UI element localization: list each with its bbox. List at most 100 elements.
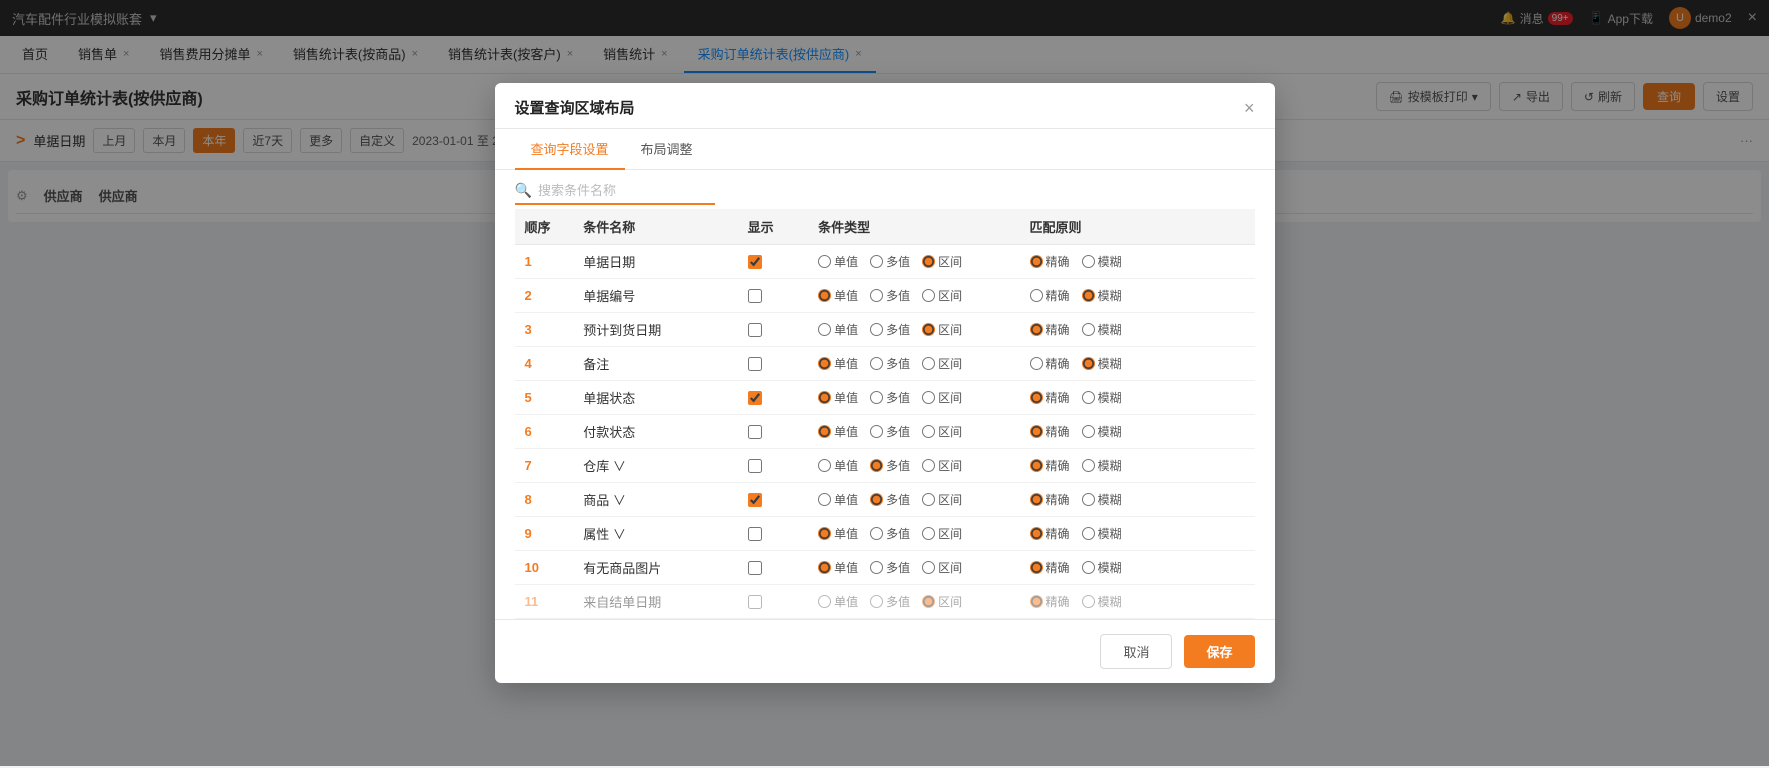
match-radio-label[interactable]: 精确 — [1030, 491, 1070, 508]
type-radio[interactable] — [870, 527, 883, 540]
type-radio-label[interactable]: 单值 — [818, 525, 858, 542]
match-radio-label[interactable]: 精确 — [1030, 389, 1070, 406]
match-radio[interactable] — [1082, 255, 1095, 268]
show-checkbox[interactable] — [748, 357, 762, 371]
match-radio-label[interactable]: 精确 — [1030, 457, 1070, 474]
show-checkbox[interactable] — [748, 493, 762, 507]
match-radio-label[interactable]: 精确 — [1030, 525, 1070, 542]
type-radio-label[interactable]: 多值 — [870, 287, 910, 304]
type-radio[interactable] — [818, 459, 831, 472]
type-radio[interactable] — [818, 323, 831, 336]
type-radio[interactable] — [870, 357, 883, 370]
match-radio-label[interactable]: 模糊 — [1082, 593, 1122, 610]
type-radio[interactable] — [870, 561, 883, 574]
match-radio[interactable] — [1082, 493, 1095, 506]
type-radio[interactable] — [922, 527, 935, 540]
match-radio[interactable] — [1082, 425, 1095, 438]
type-radio-label[interactable]: 单值 — [818, 593, 858, 610]
match-radio-label[interactable]: 精确 — [1030, 355, 1070, 372]
match-radio[interactable] — [1030, 255, 1043, 268]
match-radio[interactable] — [1082, 289, 1095, 302]
match-radio[interactable] — [1082, 323, 1095, 336]
match-radio[interactable] — [1030, 357, 1043, 370]
type-radio[interactable] — [818, 357, 831, 370]
type-radio-label[interactable]: 区间 — [922, 423, 962, 440]
type-radio[interactable] — [870, 391, 883, 404]
match-radio[interactable] — [1030, 459, 1043, 472]
match-radio[interactable] — [1082, 561, 1095, 574]
type-radio[interactable] — [818, 255, 831, 268]
type-radio-label[interactable]: 区间 — [922, 321, 962, 338]
type-radio-label[interactable]: 单值 — [818, 423, 858, 440]
match-radio-label[interactable]: 精确 — [1030, 287, 1070, 304]
type-radio[interactable] — [922, 289, 935, 302]
type-radio[interactable] — [870, 255, 883, 268]
match-radio[interactable] — [1030, 493, 1043, 506]
type-radio[interactable] — [870, 323, 883, 336]
type-radio-label[interactable]: 多值 — [870, 457, 910, 474]
type-radio-label[interactable]: 多值 — [870, 593, 910, 610]
match-radio[interactable] — [1030, 323, 1043, 336]
show-checkbox[interactable] — [748, 255, 762, 269]
type-radio[interactable] — [818, 595, 831, 608]
type-radio[interactable] — [922, 357, 935, 370]
type-radio-label[interactable]: 单值 — [818, 559, 858, 576]
save-button[interactable]: 保存 — [1184, 635, 1254, 668]
match-radio-label[interactable]: 模糊 — [1082, 355, 1122, 372]
type-radio[interactable] — [870, 595, 883, 608]
type-radio[interactable] — [818, 493, 831, 506]
type-radio-label[interactable]: 多值 — [870, 321, 910, 338]
match-radio-label[interactable]: 模糊 — [1082, 253, 1122, 270]
type-radio[interactable] — [922, 459, 935, 472]
type-radio-label[interactable]: 单值 — [818, 253, 858, 270]
type-radio-label[interactable]: 多值 — [870, 253, 910, 270]
type-radio-label[interactable]: 多值 — [870, 389, 910, 406]
dialog-tab-layout[interactable]: 布局调整 — [625, 129, 709, 170]
type-radio[interactable] — [922, 255, 935, 268]
cancel-button[interactable]: 取消 — [1100, 634, 1172, 669]
show-checkbox[interactable] — [748, 289, 762, 303]
type-radio-label[interactable]: 区间 — [922, 355, 962, 372]
match-radio-label[interactable]: 模糊 — [1082, 423, 1122, 440]
type-radio-label[interactable]: 多值 — [870, 491, 910, 508]
match-radio[interactable] — [1030, 391, 1043, 404]
type-radio-label[interactable]: 单值 — [818, 287, 858, 304]
type-radio-label[interactable]: 区间 — [922, 525, 962, 542]
match-radio-label[interactable]: 模糊 — [1082, 287, 1122, 304]
type-radio-label[interactable]: 区间 — [922, 491, 962, 508]
match-radio[interactable] — [1082, 459, 1095, 472]
match-radio-label[interactable]: 模糊 — [1082, 457, 1122, 474]
show-checkbox[interactable] — [748, 323, 762, 337]
type-radio[interactable] — [922, 323, 935, 336]
type-radio-label[interactable]: 区间 — [922, 559, 962, 576]
type-radio[interactable] — [818, 527, 831, 540]
match-radio-label[interactable]: 精确 — [1030, 321, 1070, 338]
type-radio-label[interactable]: 单值 — [818, 355, 858, 372]
type-radio[interactable] — [922, 561, 935, 574]
type-radio-label[interactable]: 多值 — [870, 559, 910, 576]
type-radio[interactable] — [818, 561, 831, 574]
show-checkbox[interactable] — [748, 561, 762, 575]
match-radio[interactable] — [1030, 425, 1043, 438]
match-radio-label[interactable]: 模糊 — [1082, 491, 1122, 508]
show-checkbox[interactable] — [748, 595, 762, 609]
type-radio[interactable] — [870, 493, 883, 506]
match-radio-label[interactable]: 模糊 — [1082, 559, 1122, 576]
type-radio-label[interactable]: 区间 — [922, 593, 962, 610]
type-radio-label[interactable]: 单值 — [818, 389, 858, 406]
type-radio[interactable] — [818, 289, 831, 302]
match-radio-label[interactable]: 模糊 — [1082, 525, 1122, 542]
match-radio-label[interactable]: 精确 — [1030, 559, 1070, 576]
match-radio-label[interactable]: 模糊 — [1082, 321, 1122, 338]
show-checkbox[interactable] — [748, 459, 762, 473]
type-radio-label[interactable]: 单值 — [818, 321, 858, 338]
match-radio[interactable] — [1030, 595, 1043, 608]
type-radio[interactable] — [818, 391, 831, 404]
show-checkbox[interactable] — [748, 425, 762, 439]
type-radio[interactable] — [922, 595, 935, 608]
type-radio-label[interactable]: 区间 — [922, 253, 962, 270]
type-radio[interactable] — [870, 425, 883, 438]
type-radio[interactable] — [818, 425, 831, 438]
show-checkbox[interactable] — [748, 391, 762, 405]
type-radio[interactable] — [870, 459, 883, 472]
